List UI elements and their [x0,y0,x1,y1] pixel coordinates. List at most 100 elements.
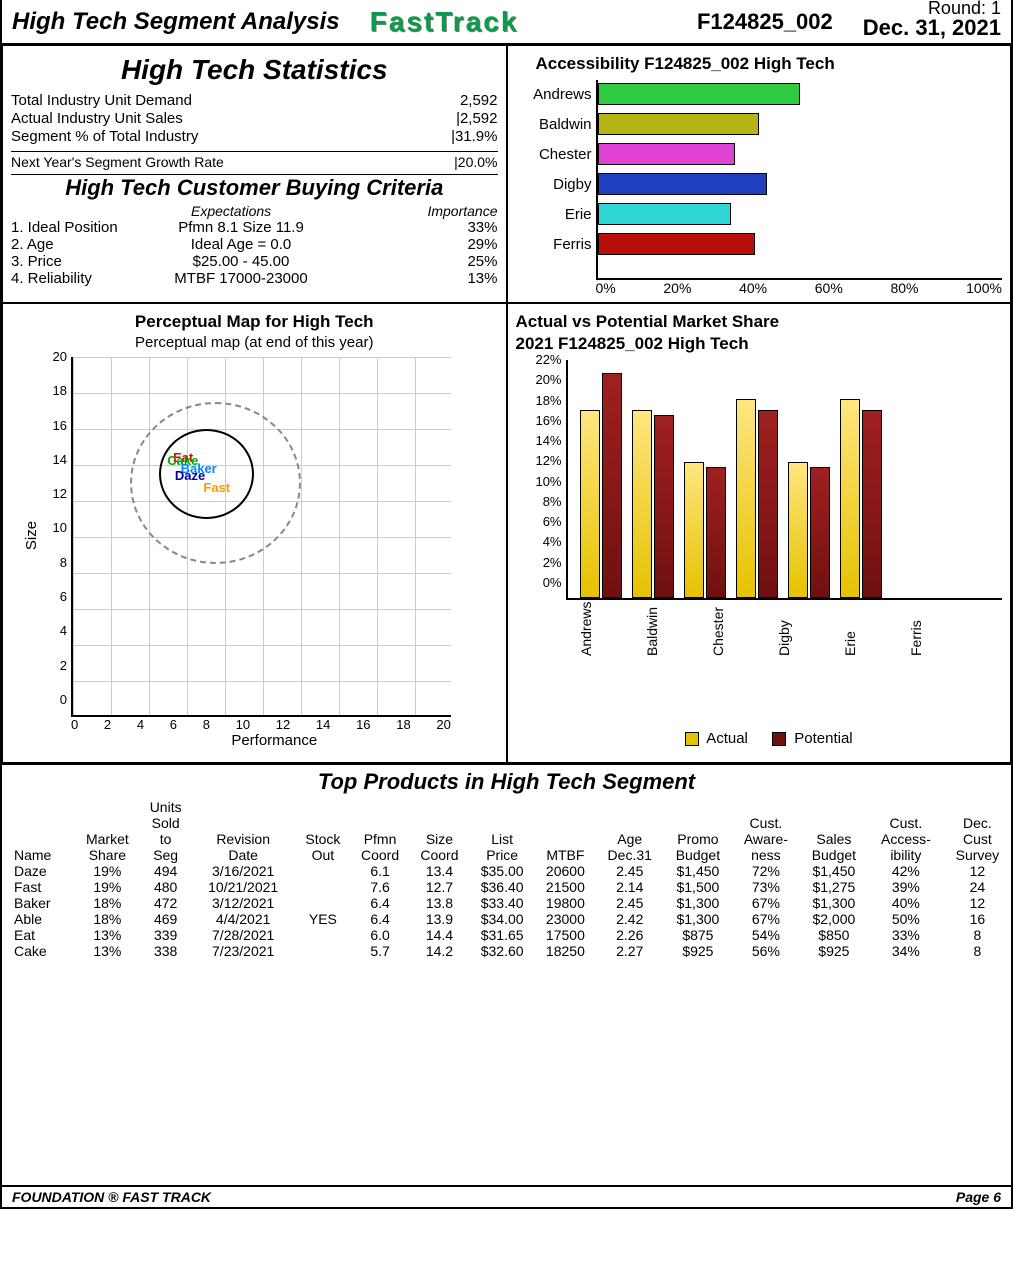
pmap-subtitle: Perceptual map (at end of this year) [11,334,498,351]
hbar [598,173,768,195]
hbar [598,83,800,105]
stat-row: Total Industry Unit Demand2,592 [11,92,498,109]
criteria-name: 3. Price [11,253,141,270]
vbar [736,399,756,598]
top-products-title: Top Products in High Tech Segment [2,769,1011,795]
vbar [840,399,860,598]
vbar [810,467,830,598]
accessibility-panel: Accessibility F124825_002 High Tech Andr… [507,45,1012,303]
stats-title: High Tech Statistics [11,54,498,86]
stat-row: Actual Industry Unit Sales |2,592 [11,110,498,127]
report-title: High Tech Segment Analysis [12,8,340,36]
table-header: PfmnCoord [350,799,409,863]
table-header: MarketShare [74,799,140,863]
hbar [598,203,731,225]
criteria-imp: 29% [341,236,498,253]
stat-label: Segment % of Total Industry [11,128,198,145]
growth-label: Next Year's Segment Growth Rate [11,154,224,170]
criteria-row: 4. ReliabilityMTBF 17000-2300013% [11,270,498,287]
accessibility-xaxis: 0%20%40%60%80%100% [596,280,1003,296]
criteria-exp: MTBF 17000-23000 [141,270,341,287]
pmap-ylabel: Size [23,521,40,550]
table-header: PromoBudget [664,799,732,863]
legend-swatch-potential [772,732,786,746]
ms-xlabels: AndrewsBaldwinChesterDigbyErieFerris [578,606,1003,672]
stat-row: Segment % of Total Industry |31.9% [11,128,498,145]
table-header: RevisionDate [191,799,295,863]
criteria-exp: $25.00 - 45.00 [141,253,341,270]
ms-subtitle: 2021 F124825_002 High Tech [516,334,1003,354]
table-header: Cust.Access-ibility [868,799,944,863]
pmap-title: Perceptual Map for High Tech [11,312,498,332]
hbar-label: Chester [520,146,592,163]
perceptual-map-panel: Perceptual Map for High Tech Perceptual … [2,303,507,763]
criteria-imp: 13% [341,270,498,287]
vbar [706,467,726,598]
bar-group [580,373,622,598]
vbar [602,373,622,598]
growth-value: |20.0% [454,154,497,170]
hbar-label: Andrews [520,86,592,103]
vbar [788,462,808,598]
footer-right: Page 6 [956,1189,1001,1205]
table-header: SizeCoord [410,799,469,863]
criteria-exp: Pfmn 8.1 Size 11.9 [141,219,341,236]
table-header: Cust.Aware-ness [732,799,800,863]
header-right: F124825_002 [697,9,833,35]
pmap-point: Daze [175,468,205,483]
criteria-row: 2. AgeIdeal Age = 0.029% [11,236,498,253]
stat-label: Actual Industry Unit Sales [11,110,183,127]
stat-value: |31.9% [451,128,497,145]
report-code: F124825_002 [697,9,833,35]
stat-value: |2,592 [456,110,497,127]
criteria-name: 2. Age [11,236,141,253]
criteria-head-imp: Importance [427,203,497,219]
ms-title: Actual vs Potential Market Share [516,312,1003,332]
ms-legend: Actual Potential [516,730,1003,747]
criteria-row: 1. Ideal PositionPfmn 8.1 Size 11.933% [11,219,498,236]
table-header: StockOut [295,799,350,863]
criteria-title: High Tech Customer Buying Criteria [11,174,498,201]
accessibility-title: Accessibility F124825_002 High Tech [536,54,1003,74]
legend-potential: Potential [794,730,852,747]
table-row: Daze19%4943/16/20216.113.4$35.00206002.4… [2,863,1011,879]
table-header: UnitsSoldtoSeg [140,799,191,863]
vbar [758,410,778,598]
table-header: SalesBudget [800,799,868,863]
table-header: Name [2,799,74,863]
fasttrack-logo: FastTrack [370,6,697,38]
vbar [862,410,882,598]
report-page: High Tech Segment Analysis FastTrack F12… [0,0,1013,1209]
stat-value: 2,592 [460,92,498,109]
criteria-exp: Ideal Age = 0.0 [141,236,341,253]
hbar [598,143,736,165]
top-products-table: NameMarketShareUnitsSoldtoSegRevisionDat… [2,799,1011,959]
bar-group [736,399,778,598]
legend-actual: Actual [706,730,748,747]
table-header: AgeDec.31 [596,799,664,863]
bar-group [632,410,674,598]
criteria-row: 3. Price$25.00 - 45.0025% [11,253,498,270]
criteria-name: 1. Ideal Position [11,219,141,236]
report-header: High Tech Segment Analysis FastTrack F12… [2,0,1011,45]
table-header-row: NameMarketShareUnitsSoldtoSegRevisionDat… [2,799,1011,863]
statistics-panel: High Tech Statistics Total Industry Unit… [2,45,507,303]
criteria-imp: 25% [341,253,498,270]
accessibility-chart: AndrewsBaldwinChesterDigbyErieFerris [596,80,1003,280]
table-row: Eat13%3397/28/20216.014.4$31.65175002.26… [2,927,1011,943]
bar-group [684,462,726,598]
table-header: ListPrice [469,799,535,863]
table-header: MTBF [535,799,596,863]
table-row: Baker18%4723/12/20216.413.8$33.40198002.… [2,895,1011,911]
perceptual-map: 20181614121086420 EatCakeBakerDazeFast [71,357,451,717]
hbar [598,233,756,255]
hbar-label: Baldwin [520,116,592,133]
table-row: Fast19%48010/21/20217.612.7$36.40215002.… [2,879,1011,895]
legend-swatch-actual [685,732,699,746]
header-date-block: Round: 1 Dec. 31, 2021 [863,2,1001,41]
top-products-panel: Top Products in High Tech Segment NameMa… [2,769,1011,959]
table-row: Cake13%3387/23/20215.714.2$32.60182502.2… [2,943,1011,959]
hbar-label: Digby [520,176,592,193]
hbar [598,113,760,135]
criteria-head-exp: Expectations [191,203,271,219]
